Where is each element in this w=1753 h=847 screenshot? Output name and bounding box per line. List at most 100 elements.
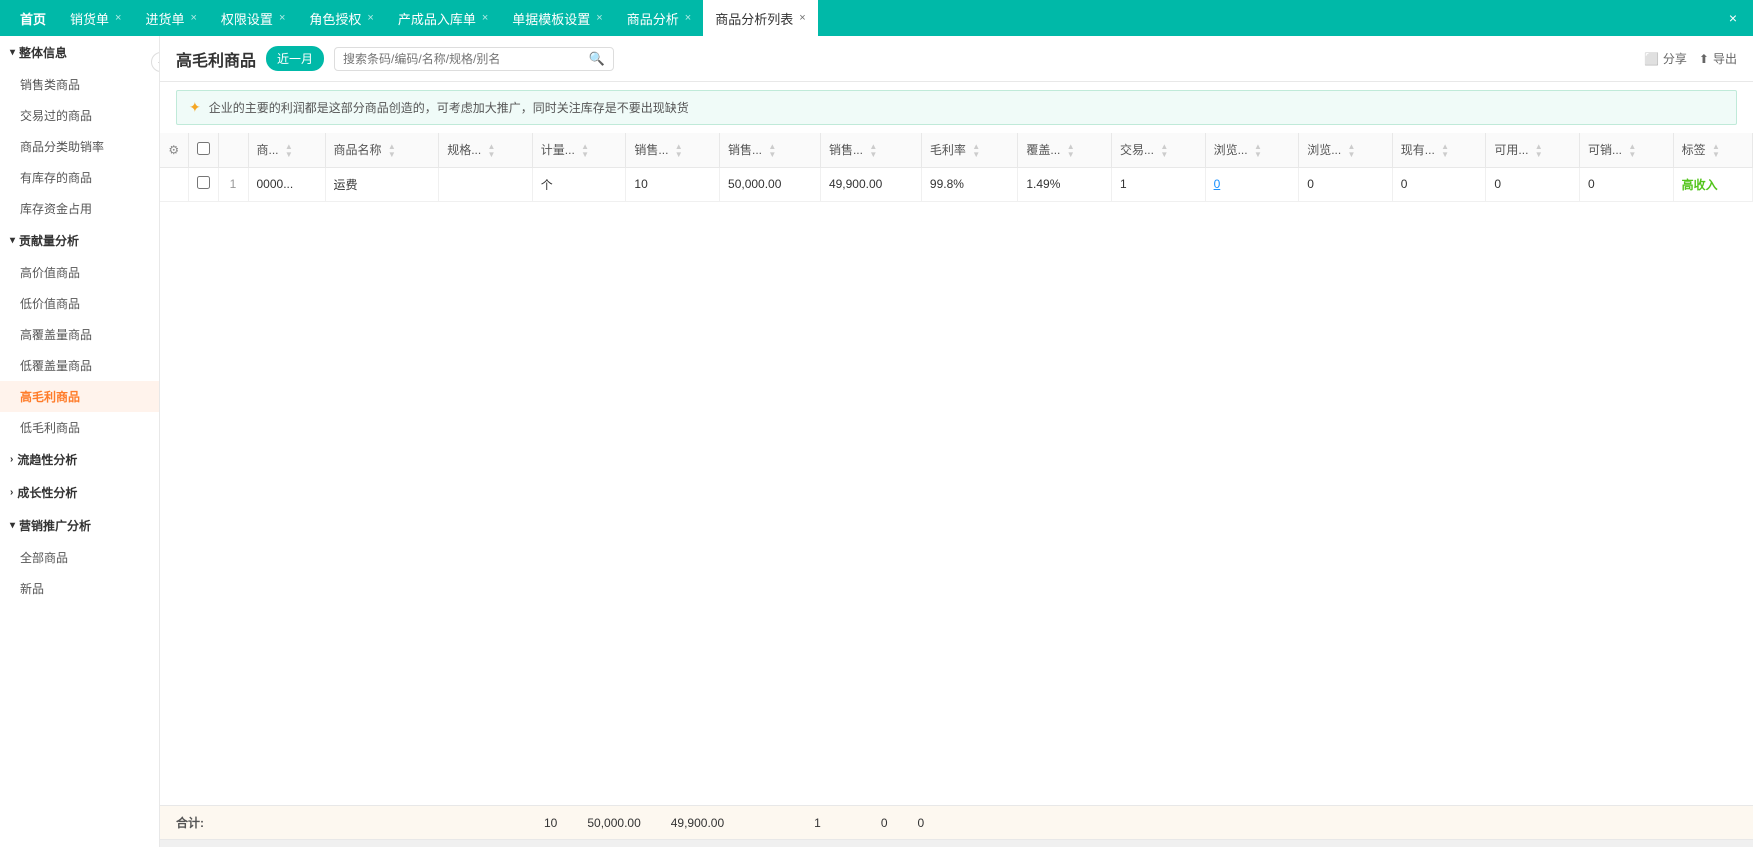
- sort-icon[interactable]: ▲▼: [1160, 143, 1168, 159]
- row-sales-qty: 10: [626, 167, 720, 201]
- search-icon[interactable]: 🔍: [589, 51, 605, 67]
- sidebar-item-low-coverage[interactable]: 低覆盖量商品: [0, 350, 159, 381]
- search-box: 🔍: [334, 47, 614, 71]
- col-current-stock[interactable]: 现有... ▲▼: [1392, 133, 1486, 167]
- col-gross-rate[interactable]: 毛利率 ▲▼: [921, 133, 1017, 167]
- sort-icon[interactable]: ▲▼: [1254, 143, 1262, 159]
- sidebar: « ▾ 整体信息 销售类商品 交易过的商品 商品分类助销率 有库存的商品 库存资…: [0, 36, 160, 847]
- sidebar-group-contribution[interactable]: ▾ 贡献量分析: [0, 224, 159, 257]
- col-sellable[interactable]: 可销... ▲▼: [1580, 133, 1674, 167]
- nav-tab-analysis-list[interactable]: 商品分析列表 ×: [703, 0, 817, 36]
- col-tag[interactable]: 标签 ▲▼: [1673, 133, 1752, 167]
- notice-bar: ✦ 企业的主要的利润都是这部分商品创造的，可考虑加大推广，同时关注库存是不要出现…: [176, 90, 1737, 125]
- sort-icon[interactable]: ▲▼: [388, 143, 396, 159]
- sort-icon[interactable]: ▲▼: [488, 143, 496, 159]
- export-icon: ⬆: [1699, 52, 1709, 66]
- sidebar-item-sales-goods[interactable]: 销售类商品: [0, 69, 159, 100]
- col-browse1[interactable]: 浏览... ▲▼: [1205, 133, 1299, 167]
- col-settings[interactable]: ⚙: [160, 133, 188, 167]
- sidebar-item-all-goods[interactable]: 全部商品: [0, 542, 159, 573]
- close-icon[interactable]: ×: [279, 12, 285, 24]
- footer-sales-cost: 49,900.00: [671, 816, 724, 830]
- sort-icon[interactable]: ▲▼: [1348, 143, 1356, 159]
- sidebar-group-growth[interactable]: › 成长性分析: [0, 476, 159, 509]
- row-available: 0: [1486, 167, 1580, 201]
- close-icon[interactable]: ×: [596, 12, 602, 24]
- close-icon[interactable]: ×: [685, 12, 691, 24]
- sort-icon[interactable]: ▲▼: [869, 143, 877, 159]
- sort-icon[interactable]: ▲▼: [1712, 143, 1720, 159]
- nav-tab-template[interactable]: 单据模板设置 ×: [500, 0, 614, 36]
- nav-tab-product-in[interactable]: 产成品入库单 ×: [386, 0, 500, 36]
- col-sales-qty[interactable]: 销售... ▲▼: [626, 133, 720, 167]
- nav-tab-purchase[interactable]: 进货单 ×: [133, 0, 208, 36]
- sidebar-group-trend[interactable]: › 流趋性分析: [0, 443, 159, 476]
- sidebar-item-low-value[interactable]: 低价值商品: [0, 288, 159, 319]
- sidebar-item-high-value[interactable]: 高价值商品: [0, 257, 159, 288]
- col-spec[interactable]: 规格... ▲▼: [439, 133, 533, 167]
- nav-tab-home[interactable]: 首页: [8, 0, 58, 36]
- horizontal-scrollbar[interactable]: [160, 839, 1753, 847]
- nav-tab-permission[interactable]: 权限设置 ×: [209, 0, 297, 36]
- table-row: 1 0000... 运费 个 10 50,000.00 49,900.00 99…: [160, 167, 1753, 201]
- search-input[interactable]: [343, 52, 589, 66]
- sidebar-item-low-margin[interactable]: 低毛利商品: [0, 412, 159, 443]
- sidebar-group-marketing[interactable]: ▾ 营销推广分析: [0, 509, 159, 542]
- page-title: 高毛利商品: [176, 47, 256, 71]
- close-icon[interactable]: ×: [799, 12, 805, 24]
- sidebar-group-overview[interactable]: ▾ 整体信息: [0, 36, 159, 69]
- col-trade[interactable]: 交易... ▲▼: [1111, 133, 1205, 167]
- col-coverage[interactable]: 覆盖... ▲▼: [1018, 133, 1112, 167]
- sidebar-item-stock-capital[interactable]: 库存资金占用: [0, 193, 159, 224]
- row-trade: 1: [1111, 167, 1205, 201]
- row-spec: [439, 167, 533, 201]
- sort-icon[interactable]: ▲▼: [972, 143, 980, 159]
- sidebar-item-category-rate[interactable]: 商品分类助销率: [0, 131, 159, 162]
- sidebar-item-high-margin[interactable]: 高毛利商品: [0, 381, 159, 412]
- data-table: ⚙ 商... ▲▼ 商品名称 ▲▼ 规格... ▲: [160, 133, 1753, 202]
- row-current-stock: 0: [1392, 167, 1486, 201]
- table-header-row: ⚙ 商... ▲▼ 商品名称 ▲▼ 规格... ▲: [160, 133, 1753, 167]
- sort-icon[interactable]: ▲▼: [675, 143, 683, 159]
- col-sales-amount[interactable]: 销售... ▲▼: [720, 133, 821, 167]
- row-browse2: 0: [1299, 167, 1393, 201]
- col-name[interactable]: 商品名称 ▲▼: [325, 133, 439, 167]
- top-nav: 首页 销货单 × 进货单 × 权限设置 × 角色授权 × 产成品入库单 × 单据…: [0, 0, 1753, 36]
- footer-sales-qty: 10: [544, 816, 557, 830]
- row-browse1[interactable]: 0: [1205, 167, 1299, 201]
- close-icon[interactable]: ×: [115, 12, 121, 24]
- close-icon[interactable]: ×: [482, 12, 488, 24]
- sort-icon[interactable]: ▲▼: [768, 143, 776, 159]
- sidebar-item-stocked-goods[interactable]: 有库存的商品: [0, 162, 159, 193]
- nav-tab-sales[interactable]: 销货单 ×: [58, 0, 133, 36]
- row-checkbox[interactable]: [197, 176, 210, 189]
- close-icon[interactable]: ×: [367, 12, 373, 24]
- sort-icon[interactable]: ▲▼: [285, 143, 293, 159]
- filter-recent-month-button[interactable]: 近一月: [266, 46, 324, 71]
- sidebar-item-traded-goods[interactable]: 交易过的商品: [0, 100, 159, 131]
- chevron-down-icon: ▾: [10, 520, 15, 531]
- close-icon[interactable]: ×: [190, 12, 196, 24]
- col-sales-cost[interactable]: 销售... ▲▼: [820, 133, 921, 167]
- select-all-checkbox[interactable]: [197, 142, 210, 155]
- sort-icon[interactable]: ▲▼: [1441, 143, 1449, 159]
- sort-icon[interactable]: ▲▼: [1535, 143, 1543, 159]
- col-browse2[interactable]: 浏览... ▲▼: [1299, 133, 1393, 167]
- export-button[interactable]: ⬆ 导出: [1699, 50, 1737, 67]
- notice-text: 企业的主要的利润都是这部分商品创造的，可考虑加大推广，同时关注库存是不要出现缺货: [209, 99, 689, 116]
- window-close-button[interactable]: ×: [1721, 10, 1745, 26]
- footer-values: 10 50,000.00 49,900.00 1 0 0: [224, 816, 1737, 830]
- nav-tab-analysis[interactable]: 商品分析 ×: [615, 0, 703, 36]
- col-available[interactable]: 可用... ▲▼: [1486, 133, 1580, 167]
- nav-tab-role[interactable]: 角色授权 ×: [297, 0, 385, 36]
- sort-icon[interactable]: ▲▼: [1067, 143, 1075, 159]
- sidebar-item-high-coverage[interactable]: 高覆盖量商品: [0, 319, 159, 350]
- sort-icon[interactable]: ▲▼: [581, 143, 589, 159]
- col-code[interactable]: 商... ▲▼: [248, 133, 325, 167]
- sidebar-item-new-goods[interactable]: 新品: [0, 573, 159, 604]
- share-button[interactable]: ⬜ 分享: [1644, 50, 1687, 67]
- row-gross-rate: 99.8%: [921, 167, 1017, 201]
- sort-icon[interactable]: ▲▼: [1628, 143, 1636, 159]
- col-unit[interactable]: 计量... ▲▼: [532, 133, 626, 167]
- content-header: 高毛利商品 近一月 🔍 ⬜ 分享 ⬆ 导出: [160, 36, 1753, 82]
